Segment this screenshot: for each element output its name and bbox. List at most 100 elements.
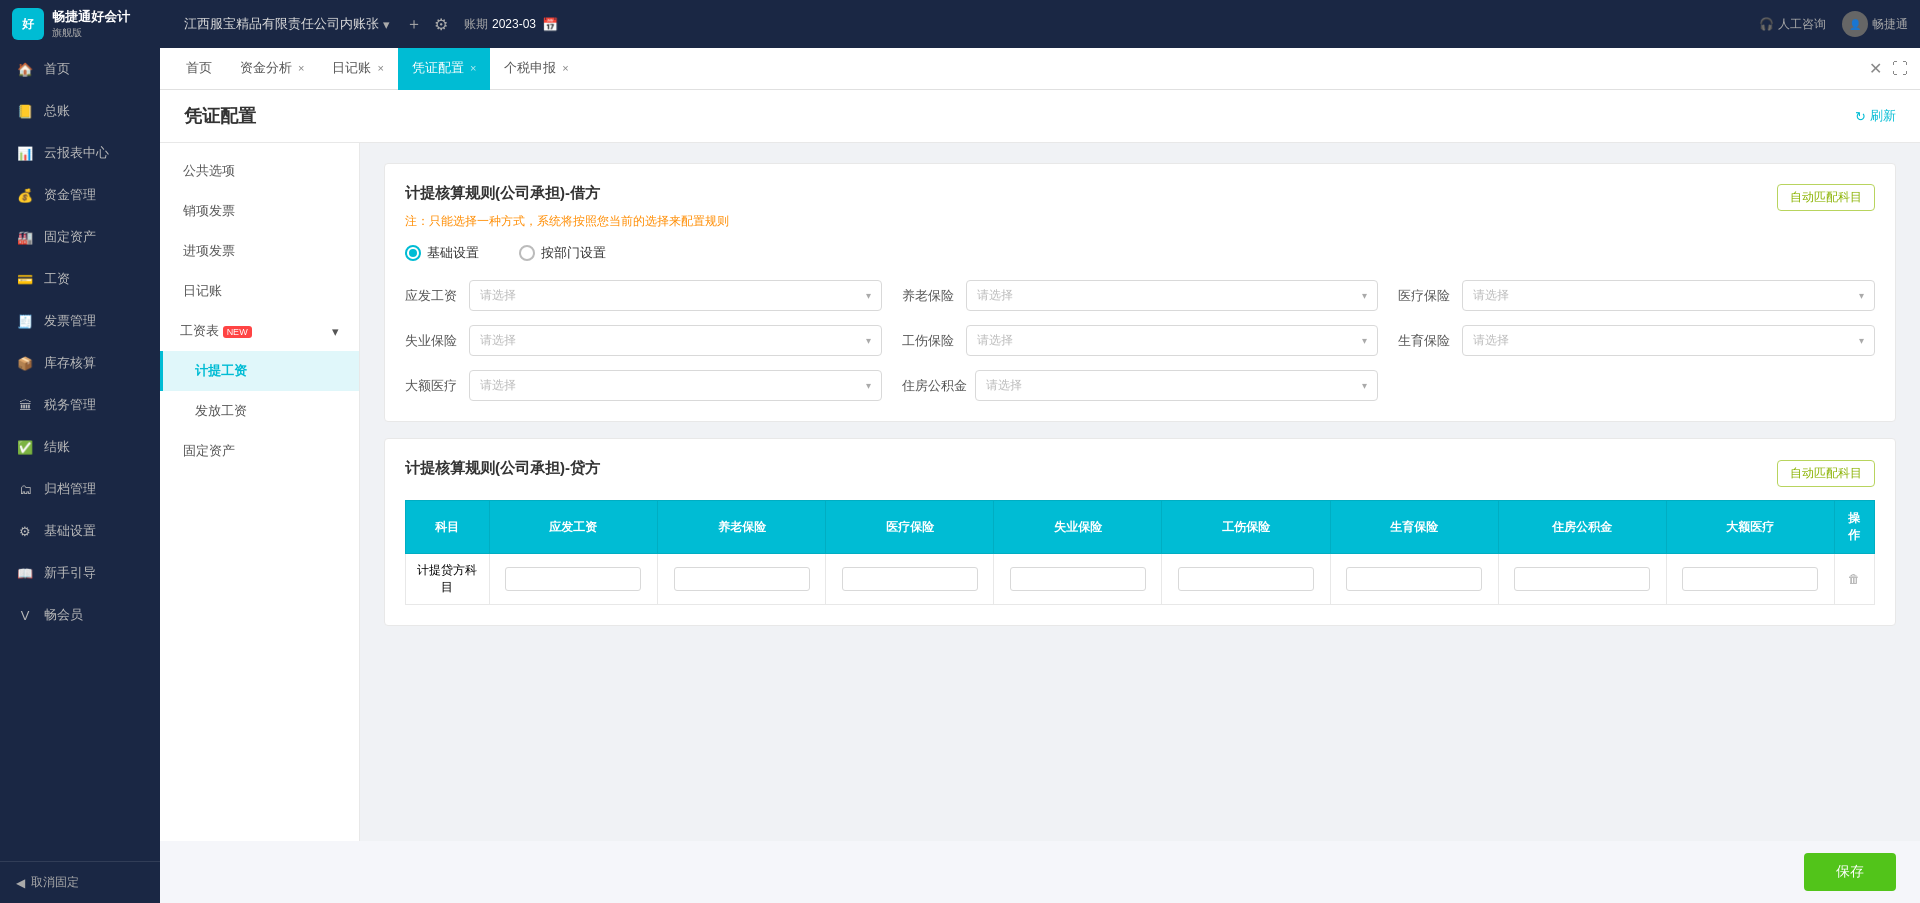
tax-icon: 🏛 [16, 396, 34, 414]
auto-match-button-debit[interactable]: 自动匹配科目 [1777, 184, 1875, 211]
pin-icon: ◀ [16, 876, 25, 890]
sidebar-item-home[interactable]: 🏠 首页 [0, 48, 160, 90]
nav-item-fixed-asset[interactable]: 固定资产 [160, 431, 359, 471]
input-shiye[interactable] [1010, 567, 1146, 591]
header-right: 🎧 人工咨询 👤 畅捷通 [1759, 11, 1908, 37]
nav-item-sales-invoice[interactable]: 销项发票 [160, 191, 359, 231]
delete-icon[interactable]: 🗑 [1848, 572, 1860, 586]
logo-text: 畅捷通好会计 旗舰版 [52, 8, 130, 40]
select-yiliao[interactable]: 请选择 ▾ [1462, 280, 1875, 311]
select-gongshang[interactable]: 请选择 ▾ [966, 325, 1379, 356]
sidebar-item-asset[interactable]: 🏭 固定资产 [0, 216, 160, 258]
col-header-kemu: 科目 [406, 501, 490, 554]
sidebar-item-funds[interactable]: 💰 资金管理 [0, 174, 160, 216]
page-header: 凭证配置 ↻ 刷新 [160, 90, 1920, 143]
refresh-icon: ↻ [1855, 109, 1866, 124]
section2-title: 计提核算规则(公司承担)-贷方 [405, 459, 600, 478]
select-dae[interactable]: 请选择 ▾ [469, 370, 882, 401]
tab-journal[interactable]: 日记账 × [318, 48, 397, 90]
input-yingfa[interactable] [505, 567, 641, 591]
sidebar-item-inventory[interactable]: 📦 库存核算 [0, 342, 160, 384]
chevron-shengyu-icon: ▾ [1859, 335, 1864, 346]
radio-row: 基础设置 按部门设置 [405, 244, 1875, 262]
company-dropdown-icon[interactable]: ▾ [383, 17, 390, 32]
col-header-caozuo: 操作 [1834, 501, 1874, 554]
sidebar-item-guide[interactable]: 📖 新手引导 [0, 552, 160, 594]
nav-item-journal[interactable]: 日记账 [160, 271, 359, 311]
input-shengyu[interactable] [1346, 567, 1482, 591]
select-shengyu[interactable]: 请选择 ▾ [1462, 325, 1875, 356]
sidebar-item-invoice[interactable]: 🧾 发票管理 [0, 300, 160, 342]
tab-funds-analysis[interactable]: 资金分析 × [226, 48, 318, 90]
credit-table: 科目 应发工资 养老保险 医疗保险 失业保险 工伤保险 生育保险 住房公积金 大… [405, 500, 1875, 605]
asset-icon: 🏭 [16, 228, 34, 246]
col-header-yingfa: 应发工资 [489, 501, 657, 554]
radio-basic[interactable]: 基础设置 [405, 244, 479, 262]
tab-close-voucher[interactable]: × [470, 62, 476, 74]
ledger-icon: 📒 [16, 102, 34, 120]
sidebar: 🏠 首页 📒 总账 📊 云报表中心 💰 资金管理 🏭 固定资产 💳 工资 🧾 发… [0, 48, 160, 903]
logo-icon: 好 [12, 8, 44, 40]
sidebar-item-tax[interactable]: 🏛 税务管理 [0, 384, 160, 426]
section-debit: 计提核算规则(公司承担)-借方 注：只能选择一种方式，系统将按照您当前的选择来配… [384, 163, 1896, 422]
input-yiliao[interactable] [842, 567, 978, 591]
refresh-button[interactable]: ↻ 刷新 [1855, 107, 1896, 125]
tab-close-journal[interactable]: × [377, 62, 383, 74]
settle-icon: ✅ [16, 438, 34, 456]
close-all-icon[interactable]: ✕ [1869, 59, 1882, 78]
input-gongshang[interactable] [1178, 567, 1314, 591]
field-yingfa-gongzi: 应发工资 请选择 ▾ [405, 280, 882, 311]
field-gongshang: 工伤保险 请选择 ▾ [902, 325, 1379, 356]
radio-basic-circle [405, 245, 421, 261]
radio-dept-circle [519, 245, 535, 261]
section-credit: 计提核算规则(公司承担)-贷方 自动匹配科目 科目 应发工资 养老保险 医疗保险… [384, 438, 1896, 626]
sidebar-item-archive[interactable]: 🗂 归档管理 [0, 468, 160, 510]
chevron-dae-icon: ▾ [866, 380, 871, 391]
cancel-pin-button[interactable]: ◀ 取消固定 [0, 861, 160, 903]
sidebar-item-report[interactable]: 📊 云报表中心 [0, 132, 160, 174]
salary-icon: 💳 [16, 270, 34, 288]
headset-icon: 🎧 [1759, 17, 1774, 31]
chevron-gongjijin-icon: ▾ [1362, 380, 1367, 391]
tab-home[interactable]: 首页 [172, 48, 226, 90]
funds-icon: 💰 [16, 186, 34, 204]
select-yanglao[interactable]: 请选择 ▾ [966, 280, 1379, 311]
input-gongjijin[interactable] [1514, 567, 1650, 591]
calendar-icon[interactable]: 📅 [542, 17, 558, 32]
nav-item-salary-table[interactable]: 工资表 NEW ▾ [160, 311, 359, 351]
select-gongjijin[interactable]: 请选择 ▾ [975, 370, 1379, 401]
new-badge: NEW [223, 326, 252, 338]
left-nav: 公共选项 销项发票 进项发票 日记账 工资表 NEW ▾ 计提工资 发放工资 固… [160, 143, 360, 841]
sidebar-item-settle[interactable]: ✅ 结账 [0, 426, 160, 468]
nav-item-public[interactable]: 公共选项 [160, 151, 359, 191]
sidebar-item-member[interactable]: V 畅会员 [0, 594, 160, 636]
page-title: 凭证配置 [184, 104, 256, 128]
header-middle: 江西服宝精品有限责任公司内账张 ▾ ＋ ⚙ 账期 2023-03 📅 [172, 14, 1759, 35]
tab-voucher-config[interactable]: 凭证配置 × [398, 48, 490, 90]
nav-item-salary-pay[interactable]: 发放工资 [160, 391, 359, 431]
tab-tax[interactable]: 个税申报 × [490, 48, 582, 90]
sidebar-item-salary[interactable]: 💳 工资 [0, 258, 160, 300]
input-yanglao[interactable] [674, 567, 810, 591]
tab-close-tax[interactable]: × [562, 62, 568, 74]
auto-match-button-credit[interactable]: 自动匹配科目 [1777, 460, 1875, 487]
sidebar-item-settings[interactable]: ⚙ 基础设置 [0, 510, 160, 552]
input-dae[interactable] [1682, 567, 1818, 591]
field-yanglao: 养老保险 请选择 ▾ [902, 280, 1379, 311]
select-yingfa[interactable]: 请选择 ▾ [469, 280, 882, 311]
tab-close-funds-analysis[interactable]: × [298, 62, 304, 74]
add-icon[interactable]: ＋ [406, 14, 422, 35]
settings-icon[interactable]: ⚙ [434, 15, 448, 34]
support-button[interactable]: 🎧 人工咨询 [1759, 16, 1826, 33]
save-button[interactable]: 保存 [1804, 853, 1896, 891]
inventory-icon: 📦 [16, 354, 34, 372]
nav-item-purchase-invoice[interactable]: 进项发票 [160, 231, 359, 271]
company-name: 江西服宝精品有限责任公司内账张 [184, 15, 379, 33]
user-button[interactable]: 👤 畅捷通 [1842, 11, 1908, 37]
fullscreen-icon[interactable]: ⛶ [1892, 60, 1908, 78]
radio-department[interactable]: 按部门设置 [519, 244, 606, 262]
sidebar-item-ledger[interactable]: 📒 总账 [0, 90, 160, 132]
nav-item-salary-accrual[interactable]: 计提工资 [160, 351, 359, 391]
select-shiye[interactable]: 请选择 ▾ [469, 325, 882, 356]
gear-icon: ⚙ [16, 522, 34, 540]
